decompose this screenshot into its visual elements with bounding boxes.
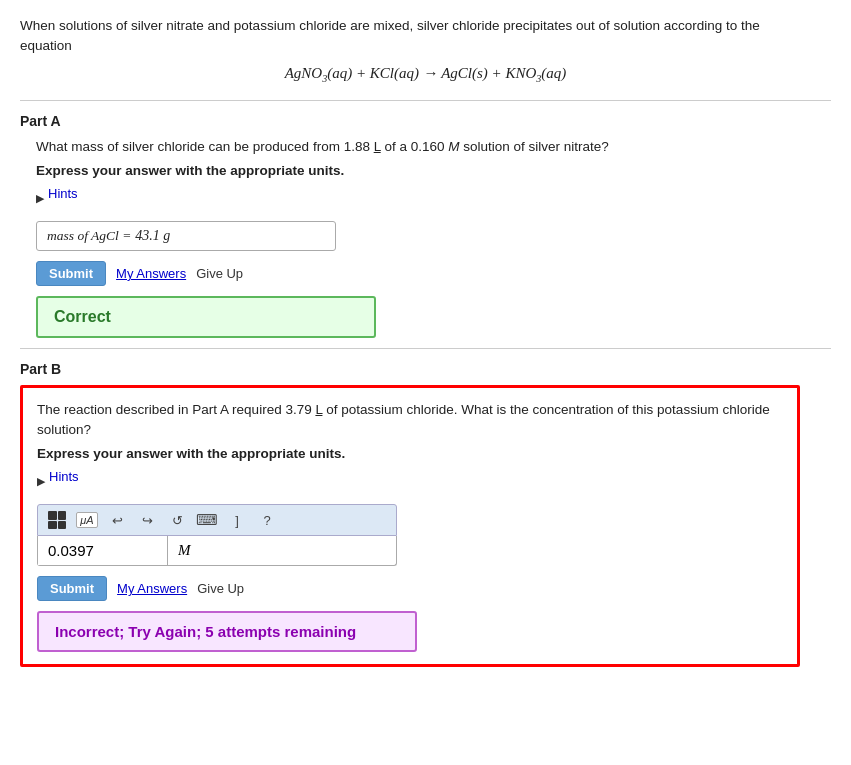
chemical-equation: AgNO3(aq) + KCl(aq) → AgCl(s) + KNO3(aq): [20, 65, 831, 84]
part-b-express: Express your answer with the appropriate…: [37, 446, 783, 461]
part-a-section: Part A What mass of silver chloride can …: [20, 113, 831, 338]
redo-icon[interactable]: ↪: [136, 509, 158, 531]
part-a-answer-box: mass of AgCl = 43.1 g: [36, 221, 336, 251]
part-b-buttons: Submit My Answers Give Up: [37, 576, 783, 601]
divider-top: [20, 100, 831, 101]
refresh-icon[interactable]: ↺: [166, 509, 188, 531]
mu-a-icon[interactable]: μA: [76, 509, 98, 531]
part-b-hints-row: ▶ Hints: [37, 469, 783, 494]
grid-icon[interactable]: [46, 509, 68, 531]
part-b-hints-link[interactable]: Hints: [49, 469, 79, 484]
part-b-box: The reaction described in Part A require…: [20, 385, 800, 668]
part-b-section: Part B The reaction described in Part A …: [20, 361, 831, 668]
math-toolbar: μA ↩ ↪ ↺ ⌨ ] ?: [37, 504, 397, 536]
part-b-answer-row: [37, 536, 397, 566]
part-a-content: What mass of silver chloride can be prod…: [36, 137, 831, 338]
part-a-question: What mass of silver chloride can be prod…: [36, 137, 776, 157]
part-a-result-text: Correct: [54, 308, 111, 325]
part-b-number-input[interactable]: [38, 536, 168, 565]
help-icon[interactable]: ?: [256, 509, 278, 531]
part-a-input-label: mass of AgCl =: [47, 228, 131, 244]
part-a-submit-button[interactable]: Submit: [36, 261, 106, 286]
part-b-submit-button[interactable]: Submit: [37, 576, 107, 601]
part-a-hints-link[interactable]: Hints: [48, 186, 78, 201]
part-b-unit-input[interactable]: [168, 536, 268, 565]
part-b-header: Part B: [20, 361, 831, 377]
part-b-give-up-link[interactable]: Give Up: [197, 581, 244, 596]
keyboard-icon[interactable]: ⌨: [196, 509, 218, 531]
part-a-correct-banner: Correct: [36, 296, 376, 338]
part-a-give-up-link[interactable]: Give Up: [196, 266, 243, 281]
bracket-icon[interactable]: ]: [226, 509, 248, 531]
hints-arrow-icon: ▶: [36, 192, 44, 205]
part-b-question: The reaction described in Part A require…: [37, 400, 777, 441]
part-b-my-answers-link[interactable]: My Answers: [117, 581, 187, 596]
part-b-hints-arrow-icon: ▶: [37, 475, 45, 488]
intro-text: When solutions of silver nitrate and pot…: [20, 16, 800, 57]
undo-icon[interactable]: ↩: [106, 509, 128, 531]
part-a-input-value: 43.1 g: [135, 228, 170, 244]
part-b-incorrect-banner: Incorrect; Try Again; 5 attempts remaini…: [37, 611, 417, 652]
divider-middle: [20, 348, 831, 349]
part-a-my-answers-link[interactable]: My Answers: [116, 266, 186, 281]
part-a-express: Express your answer with the appropriate…: [36, 163, 831, 178]
part-a-hints-row: ▶ Hints: [36, 186, 831, 211]
part-a-header: Part A: [20, 113, 831, 129]
part-a-buttons: Submit My Answers Give Up: [36, 261, 831, 286]
part-b-result-text: Incorrect; Try Again; 5 attempts remaini…: [55, 623, 356, 640]
